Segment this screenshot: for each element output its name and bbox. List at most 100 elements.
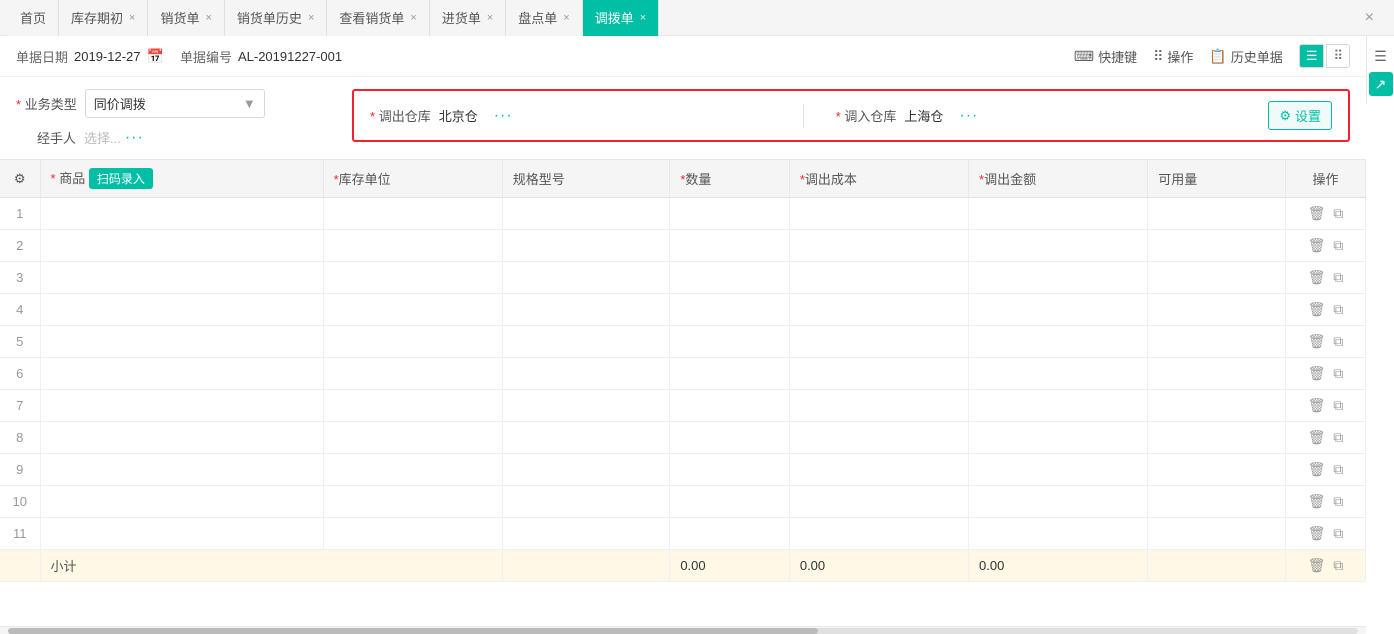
delete-icon[interactable]: 🗑 (1308, 205, 1326, 221)
copy-icon[interactable]: ⧉ (1333, 429, 1343, 445)
row-cost-5[interactable] (789, 326, 968, 358)
copy-icon[interactable]: ⧉ (1333, 333, 1343, 349)
row-product-3[interactable] (40, 262, 323, 294)
copy-icon[interactable]: ⧉ (1333, 525, 1343, 541)
row-unit-3[interactable] (323, 262, 502, 294)
shortcuts-button[interactable]: ⌨ 快捷键 (1074, 47, 1137, 66)
row-product-5[interactable] (40, 326, 323, 358)
setting-button[interactable]: ⚙ 设置 (1268, 101, 1332, 130)
copy-icon[interactable]: ⧉ (1333, 269, 1343, 285)
row-amount-6[interactable] (969, 358, 1148, 390)
tab-inventory-init[interactable]: 库存期初 × (59, 0, 148, 36)
row-cost-2[interactable] (789, 230, 968, 262)
row-spec-4[interactable] (502, 294, 670, 326)
row-spec-8[interactable] (502, 422, 670, 454)
row-available-1[interactable] (1148, 198, 1286, 230)
delete-icon[interactable]: 🗑 (1308, 461, 1326, 477)
row-product-11[interactable] (40, 518, 323, 550)
row-product-7[interactable] (40, 390, 323, 422)
row-spec-11[interactable] (502, 518, 670, 550)
subtotal-delete-icon[interactable]: 🗑 (1308, 557, 1326, 573)
row-qty-5[interactable] (670, 326, 790, 358)
transfer-out-more-button[interactable]: ··· (494, 107, 513, 125)
row-spec-2[interactable] (502, 230, 670, 262)
row-spec-5[interactable] (502, 326, 670, 358)
row-available-5[interactable] (1148, 326, 1286, 358)
tab-transfer-close[interactable]: × (640, 12, 646, 24)
row-product-6[interactable] (40, 358, 323, 390)
delete-icon[interactable]: 🗑 (1308, 269, 1326, 285)
row-cost-6[interactable] (789, 358, 968, 390)
tab-home[interactable]: 首页 (8, 0, 59, 36)
tab-view-sales-close[interactable]: × (410, 12, 416, 24)
row-product-10[interactable] (40, 486, 323, 518)
row-amount-8[interactable] (969, 422, 1148, 454)
tab-sales-order-close[interactable]: × (205, 12, 211, 24)
row-amount-10[interactable] (969, 486, 1148, 518)
row-unit-10[interactable] (323, 486, 502, 518)
row-unit-8[interactable] (323, 422, 502, 454)
row-qty-3[interactable] (670, 262, 790, 294)
row-amount-3[interactable] (969, 262, 1148, 294)
row-amount-11[interactable] (969, 518, 1148, 550)
tab-stocktake-close[interactable]: × (563, 12, 569, 24)
row-amount-9[interactable] (969, 454, 1148, 486)
row-cost-10[interactable] (789, 486, 968, 518)
row-cost-11[interactable] (789, 518, 968, 550)
row-cost-9[interactable] (789, 454, 968, 486)
row-unit-1[interactable] (323, 198, 502, 230)
copy-icon[interactable]: ⧉ (1333, 493, 1343, 509)
row-unit-5[interactable] (323, 326, 502, 358)
handler-placeholder[interactable]: 选择... (84, 128, 121, 147)
row-product-8[interactable] (40, 422, 323, 454)
tab-stocktake[interactable]: 盘点单 × (506, 0, 582, 36)
row-cost-4[interactable] (789, 294, 968, 326)
row-unit-11[interactable] (323, 518, 502, 550)
row-unit-9[interactable] (323, 454, 502, 486)
horizontal-scrollbar[interactable] (0, 626, 1366, 634)
transfer-in-value[interactable]: 上海仓 (904, 106, 943, 125)
row-spec-6[interactable] (502, 358, 670, 390)
calendar-icon[interactable]: 📅 (147, 48, 164, 65)
delete-icon[interactable]: 🗑 (1308, 397, 1326, 413)
tab-sales-order[interactable]: 销货单 × (148, 0, 224, 36)
window-close-button[interactable]: × (1353, 9, 1386, 27)
row-cost-1[interactable] (789, 198, 968, 230)
row-amount-7[interactable] (969, 390, 1148, 422)
row-cost-3[interactable] (789, 262, 968, 294)
view-grid-button[interactable]: ⠿ (1326, 44, 1350, 68)
row-product-2[interactable] (40, 230, 323, 262)
row-available-6[interactable] (1148, 358, 1286, 390)
row-qty-6[interactable] (670, 358, 790, 390)
transfer-in-more-button[interactable]: ··· (959, 107, 978, 125)
row-qty-8[interactable] (670, 422, 790, 454)
tab-view-sales[interactable]: 查看销货单 × (327, 0, 429, 36)
row-spec-1[interactable] (502, 198, 670, 230)
row-product-9[interactable] (40, 454, 323, 486)
row-unit-6[interactable] (323, 358, 502, 390)
tab-sales-history[interactable]: 销货单历史 × (225, 0, 327, 36)
row-product-4[interactable] (40, 294, 323, 326)
delete-icon[interactable]: 🗑 (1308, 525, 1326, 541)
copy-icon[interactable]: ⧉ (1333, 205, 1343, 221)
delete-icon[interactable]: 🗑 (1308, 429, 1326, 445)
history-button[interactable]: 📋 历史单据 (1209, 47, 1282, 66)
copy-icon[interactable]: ⧉ (1333, 397, 1343, 413)
row-available-3[interactable] (1148, 262, 1286, 294)
copy-icon[interactable]: ⧉ (1333, 461, 1343, 477)
row-spec-9[interactable] (502, 454, 670, 486)
operations-button[interactable]: ⠿ 操作 (1153, 47, 1193, 66)
row-qty-9[interactable] (670, 454, 790, 486)
row-unit-4[interactable] (323, 294, 502, 326)
transfer-out-value[interactable]: 北京仓 (439, 106, 478, 125)
row-qty-11[interactable] (670, 518, 790, 550)
row-available-9[interactable] (1148, 454, 1286, 486)
view-list-button[interactable]: ☰ (1299, 44, 1325, 68)
row-available-7[interactable] (1148, 390, 1286, 422)
delete-icon[interactable]: 🗑 (1308, 365, 1326, 381)
row-amount-2[interactable] (969, 230, 1148, 262)
row-unit-7[interactable] (323, 390, 502, 422)
row-qty-4[interactable] (670, 294, 790, 326)
row-amount-1[interactable] (969, 198, 1148, 230)
row-amount-5[interactable] (969, 326, 1148, 358)
